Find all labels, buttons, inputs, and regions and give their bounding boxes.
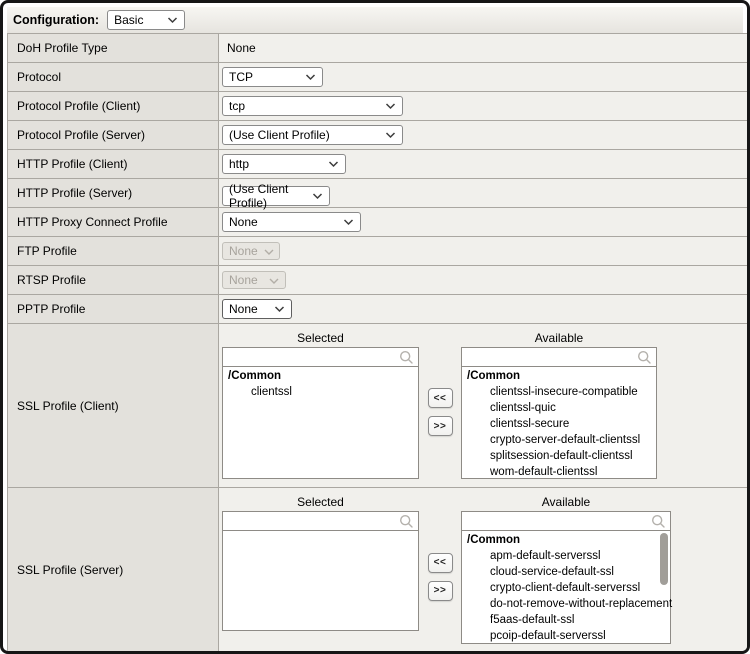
http-proxy-connect-profile-value: None	[229, 215, 258, 229]
list-item[interactable]: cloud-service-default-ssl	[462, 564, 670, 580]
ssl-client-selected-list[interactable]: /Common clientssl	[222, 367, 419, 479]
configuration-table: DoH Profile Type None Protocol TCP Proto…	[7, 33, 749, 653]
ssl-server-selected-search-input[interactable]	[223, 512, 396, 530]
configuration-panel: Configuration: Basic DoH Profile Type No…	[0, 0, 750, 654]
doh-profile-type-value: None	[222, 41, 256, 55]
row-label: SSL Profile (Server)	[8, 488, 219, 653]
table-row: HTTP Profile (Client) http	[8, 150, 749, 179]
list-item[interactable]: apm-default-serverssl	[462, 548, 670, 564]
configuration-label: Configuration:	[13, 13, 99, 27]
list-item[interactable]: crypto-client-default-serverssl	[462, 580, 670, 596]
ssl-server-dual-list: Selected << >> Available	[222, 488, 748, 652]
table-row: Protocol Profile (Server) (Use Client Pr…	[8, 121, 749, 150]
http-profile-server-value: (Use Client Profile)	[229, 182, 306, 210]
table-row: Protocol Profile (Client) tcp	[8, 92, 749, 121]
ssl-client-available-search-input[interactable]	[462, 348, 634, 366]
table-row: Protocol TCP	[8, 63, 749, 92]
table-row: SSL Profile (Client) Selected /Common cl…	[8, 324, 749, 488]
ssl-client-dual-list: Selected /Common clientssl << >>	[222, 324, 748, 487]
ssl-client-move-in-button[interactable]: <<	[428, 388, 453, 408]
rtsp-profile-select: None	[222, 271, 286, 289]
chevron-down-icon	[312, 189, 323, 203]
chevron-down-icon	[328, 157, 339, 171]
protocol-profile-client-value: tcp	[229, 99, 245, 113]
ftp-profile-select: None	[222, 242, 280, 260]
list-item[interactable]: pcoip-default-serverssl	[462, 628, 670, 644]
ssl-client-available-list[interactable]: /Common clientssl-insecure-compatible cl…	[461, 367, 657, 479]
table-row: SSL Profile (Server) Selected << >>	[8, 488, 749, 653]
chevron-down-icon	[269, 273, 279, 287]
ssl-server-available-search-input[interactable]	[462, 512, 648, 530]
chevron-down-icon	[305, 70, 316, 84]
chevron-down-icon	[385, 99, 396, 113]
table-row: HTTP Profile (Server) (Use Client Profil…	[8, 179, 749, 208]
row-label: FTP Profile	[8, 237, 219, 266]
ssl-client-available-header: Available	[461, 331, 657, 347]
protocol-profile-client-select[interactable]: tcp	[222, 96, 403, 116]
http-profile-client-select[interactable]: http	[222, 154, 346, 174]
ssl-client-move-out-button[interactable]: >>	[428, 416, 453, 436]
chevron-down-icon	[343, 215, 354, 229]
list-folder: /Common	[223, 367, 418, 384]
ssl-client-selected-search	[222, 347, 419, 367]
rtsp-profile-value: None	[229, 273, 258, 287]
chevron-down-icon	[274, 302, 285, 316]
ssl-client-available-search	[461, 347, 657, 367]
ssl-server-available-search	[461, 511, 671, 531]
list-item[interactable]: wom-default-clientssl	[462, 464, 656, 479]
row-label: SSL Profile (Client)	[8, 324, 219, 488]
ssl-server-selected-search	[222, 511, 419, 531]
pptp-profile-value: None	[229, 302, 258, 316]
chevron-down-icon	[385, 128, 396, 142]
protocol-select-value: TCP	[229, 70, 253, 84]
scrollbar-thumb[interactable]	[660, 533, 668, 585]
row-label: Protocol Profile (Server)	[8, 121, 219, 150]
row-label: RTSP Profile	[8, 266, 219, 295]
ssl-server-move-in-button[interactable]: <<	[428, 553, 453, 573]
http-proxy-connect-profile-select[interactable]: None	[222, 212, 361, 232]
row-label: HTTP Profile (Client)	[8, 150, 219, 179]
configuration-select[interactable]: Basic	[107, 10, 185, 30]
list-item[interactable]: do-not-remove-without-replacement	[462, 596, 670, 612]
row-label: HTTP Proxy Connect Profile	[8, 208, 219, 237]
protocol-profile-server-select[interactable]: (Use Client Profile)	[222, 125, 403, 145]
list-item[interactable]: splitsession-default-clientssl	[462, 448, 656, 464]
row-label: HTTP Profile (Server)	[8, 179, 219, 208]
table-row: RTSP Profile None	[8, 266, 749, 295]
http-profile-server-select[interactable]: (Use Client Profile)	[222, 186, 330, 206]
list-item[interactable]: clientssl-insecure-compatible	[462, 384, 656, 400]
chevron-down-icon	[264, 244, 274, 258]
ssl-server-available-header: Available	[461, 495, 671, 511]
row-label: PPTP Profile	[8, 295, 219, 324]
ssl-client-selected-header: Selected	[222, 331, 419, 347]
row-label: DoH Profile Type	[8, 34, 219, 63]
ssl-client-selected-search-input[interactable]	[223, 348, 396, 366]
list-item[interactable]: clientssl-quic	[462, 400, 656, 416]
table-row: FTP Profile None	[8, 237, 749, 266]
chevron-down-icon	[167, 13, 178, 27]
ssl-server-move-out-button[interactable]: >>	[428, 581, 453, 601]
configuration-select-value: Basic	[114, 13, 143, 27]
pptp-profile-select[interactable]: None	[222, 299, 292, 319]
table-row: HTTP Proxy Connect Profile None	[8, 208, 749, 237]
list-item[interactable]: clientssl	[223, 384, 418, 400]
ssl-server-selected-header: Selected	[222, 495, 419, 511]
list-folder: /Common	[462, 367, 656, 384]
table-row: PPTP Profile None	[8, 295, 749, 324]
list-item[interactable]: f5aas-default-ssl	[462, 612, 670, 628]
http-profile-client-value: http	[229, 157, 249, 171]
row-label: Protocol	[8, 63, 219, 92]
ssl-server-selected-list[interactable]	[222, 531, 419, 631]
configuration-header: Configuration: Basic	[7, 7, 743, 33]
list-folder: /Common	[462, 531, 670, 548]
ssl-server-available-list[interactable]: /Common apm-default-serverssl cloud-serv…	[461, 531, 671, 644]
list-item[interactable]: crypto-server-default-clientssl	[462, 432, 656, 448]
list-item[interactable]: clientssl-secure	[462, 416, 656, 432]
table-row: DoH Profile Type None	[8, 34, 749, 63]
protocol-profile-server-value: (Use Client Profile)	[229, 128, 330, 142]
row-label: Protocol Profile (Client)	[8, 92, 219, 121]
protocol-select[interactable]: TCP	[222, 67, 323, 87]
ftp-profile-value: None	[229, 244, 258, 258]
